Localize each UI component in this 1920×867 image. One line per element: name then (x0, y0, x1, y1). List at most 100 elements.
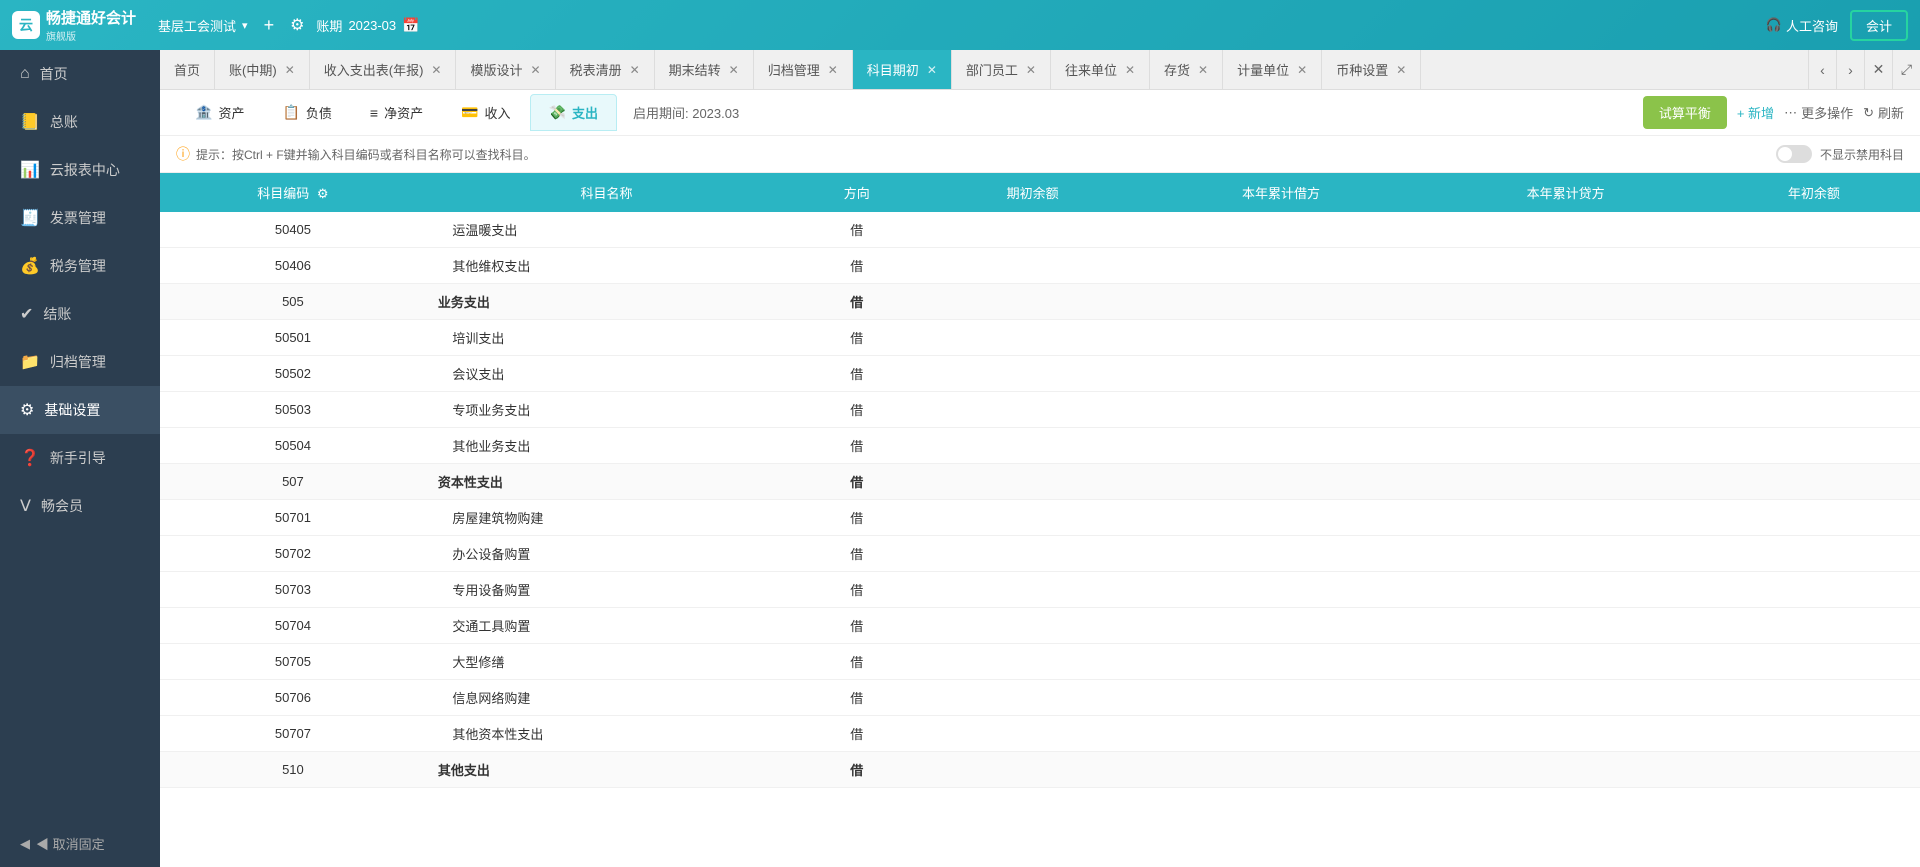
tab-home[interactable]: 首页 (160, 50, 215, 89)
cell-code: 50701 (160, 500, 426, 536)
cell-initial-balance (927, 284, 1139, 320)
sub-tab-net-assets[interactable]: ≡ 净资产 (351, 94, 442, 131)
tab-interim[interactable]: 账(中期) ✕ (215, 50, 310, 89)
sidebar-item-guide[interactable]: ❓ 新手引导 (0, 434, 160, 482)
table-row[interactable]: 50707 其他资本性支出 借 (160, 716, 1920, 752)
invoice-icon: 🧾 (20, 208, 40, 228)
sidebar-item-reports[interactable]: 📊 云报表中心 (0, 146, 160, 194)
sidebar-item-tax[interactable]: 💰 税务管理 (0, 242, 160, 290)
table-row[interactable]: 50504 其他业务支出 借 (160, 428, 1920, 464)
cell-ytd-debit (1139, 752, 1424, 788)
table-row[interactable]: 50706 信息网络购建 借 (160, 680, 1920, 716)
period-area: 账期 2023-03 📅 (316, 16, 419, 35)
tab-tax-list[interactable]: 税表清册 ✕ (556, 50, 655, 89)
sub-tab-expense[interactable]: 💸 支出 (530, 94, 617, 131)
table-row[interactable]: 505 业务支出 借 (160, 284, 1920, 320)
sidebar-item-ledger[interactable]: 📒 总账 (0, 98, 160, 146)
tab-expand-button[interactable]: ⤢ (1892, 50, 1920, 90)
table-row[interactable]: 50705 大型修缮 借 (160, 644, 1920, 680)
close-icon[interactable]: ✕ (828, 63, 838, 77)
cell-ytd-debit (1139, 716, 1424, 752)
table-row[interactable]: 50502 会议支出 借 (160, 356, 1920, 392)
cell-name: 大型修缮 (426, 644, 787, 680)
table-row[interactable]: 50704 交通工具购置 借 (160, 608, 1920, 644)
tab-next-button[interactable]: › (1836, 50, 1864, 90)
tab-customers[interactable]: 往来单位 ✕ (1051, 50, 1150, 89)
tab-subject-initial[interactable]: 科目期初 ✕ (853, 50, 952, 89)
close-icon[interactable]: ✕ (729, 63, 739, 77)
sidebar-item-member[interactable]: Ⅴ 畅会员 (0, 482, 160, 530)
tab-currency[interactable]: 币种设置 ✕ (1322, 50, 1421, 89)
assets-icon: 🏦 (195, 104, 212, 121)
table-row[interactable]: 50703 专用设备购置 借 (160, 572, 1920, 608)
close-icon[interactable]: ✕ (431, 63, 441, 77)
tab-period-close[interactable]: 期末结转 ✕ (655, 50, 754, 89)
table-row[interactable]: 50501 培训支出 借 (160, 320, 1920, 356)
project-selector[interactable]: 基层工会测试 ▾ (158, 16, 248, 35)
close-icon[interactable]: ✕ (531, 63, 541, 77)
more-actions-button[interactable]: ⋯ 更多操作 (1784, 103, 1853, 122)
customer-service-button[interactable]: 🎧 人工咨询 (1766, 16, 1838, 35)
close-icon[interactable]: ✕ (1198, 63, 1208, 77)
cell-initial-balance (927, 608, 1139, 644)
calc-balance-button[interactable]: 试算平衡 (1643, 96, 1727, 129)
add-project-button[interactable]: + (260, 15, 279, 36)
tab-units[interactable]: 计量单位 ✕ (1223, 50, 1322, 89)
cell-ytd-credit (1423, 716, 1708, 752)
ledger-icon: 📒 (20, 112, 40, 132)
cell-ytd-debit (1139, 284, 1424, 320)
cell-direction: 借 (787, 392, 927, 428)
cell-direction: 借 (787, 248, 927, 284)
sidebar-item-settings[interactable]: ⚙ 基础设置 (0, 386, 160, 434)
sub-tab-liabilities[interactable]: 📋 负债 (263, 94, 350, 131)
settings-icon[interactable]: ⚙ (290, 15, 304, 35)
col-settings-icon[interactable]: ⚙ (317, 186, 329, 201)
new-button[interactable]: + 新增 (1737, 103, 1774, 122)
show-disabled-toggle[interactable] (1776, 145, 1812, 163)
sidebar-label-archive: 归档管理 (50, 352, 106, 372)
refresh-button[interactable]: ↻ 刷新 (1863, 103, 1904, 122)
cell-ytd-debit (1139, 320, 1424, 356)
refresh-icon: ↻ (1863, 105, 1874, 121)
close-icon[interactable]: ✕ (285, 63, 295, 77)
table-row[interactable]: 50405 运温暖支出 借 (160, 212, 1920, 248)
cell-ytd-debit (1139, 464, 1424, 500)
account-button[interactable]: 会计 (1850, 10, 1908, 41)
close-icon[interactable]: ✕ (630, 63, 640, 77)
close-icon[interactable]: ✕ (1026, 63, 1036, 77)
cell-name: 会议支出 (426, 356, 787, 392)
table-row[interactable]: 50503 专项业务支出 借 (160, 392, 1920, 428)
table-row[interactable]: 507 资本性支出 借 (160, 464, 1920, 500)
tab-template[interactable]: 模版设计 ✕ (456, 50, 555, 89)
close-icon[interactable]: ✕ (927, 63, 937, 77)
table-row[interactable]: 510 其他支出 借 (160, 752, 1920, 788)
col-name: 科目名称 (426, 173, 787, 212)
tab-archive-mgmt[interactable]: 归档管理 ✕ (754, 50, 853, 89)
tab-department[interactable]: 部门员工 ✕ (952, 50, 1051, 89)
sub-tab-assets[interactable]: 🏦 资产 (176, 94, 263, 131)
close-icon[interactable]: ✕ (1297, 63, 1307, 77)
close-icon[interactable]: ✕ (1396, 63, 1406, 77)
tab-inventory[interactable]: 存货 ✕ (1150, 50, 1223, 89)
tab-annual-report[interactable]: 收入支出表(年报) ✕ (310, 50, 457, 89)
table-row[interactable]: 50702 办公设备购置 借 (160, 536, 1920, 572)
cell-ytd-debit (1139, 572, 1424, 608)
sub-tab-income[interactable]: 💳 收入 (442, 94, 529, 131)
tab-prev-button[interactable]: ‹ (1808, 50, 1836, 90)
cell-code: 50706 (160, 680, 426, 716)
period-value: 2023-03 (348, 18, 396, 33)
sidebar-item-archive[interactable]: 📁 归档管理 (0, 338, 160, 386)
table-row[interactable]: 50701 房屋建筑物购建 借 (160, 500, 1920, 536)
table-row[interactable]: 50406 其他维权支出 借 (160, 248, 1920, 284)
cell-initial-balance (927, 320, 1139, 356)
sidebar-item-home[interactable]: ⌂ 首页 (0, 50, 160, 98)
tab-close-all-button[interactable]: ✕ (1864, 50, 1892, 90)
cell-code: 507 (160, 464, 426, 500)
sidebar-collapse-button[interactable]: ◀ ◀ 取消固定 (0, 820, 160, 867)
guide-icon: ❓ (20, 448, 40, 468)
sidebar-item-close[interactable]: ✔ 结账 (0, 290, 160, 338)
close-icon[interactable]: ✕ (1125, 63, 1135, 77)
cell-ytd-credit (1423, 572, 1708, 608)
sidebar-item-invoice[interactable]: 🧾 发票管理 (0, 194, 160, 242)
calendar-icon[interactable]: 📅 (402, 17, 419, 34)
